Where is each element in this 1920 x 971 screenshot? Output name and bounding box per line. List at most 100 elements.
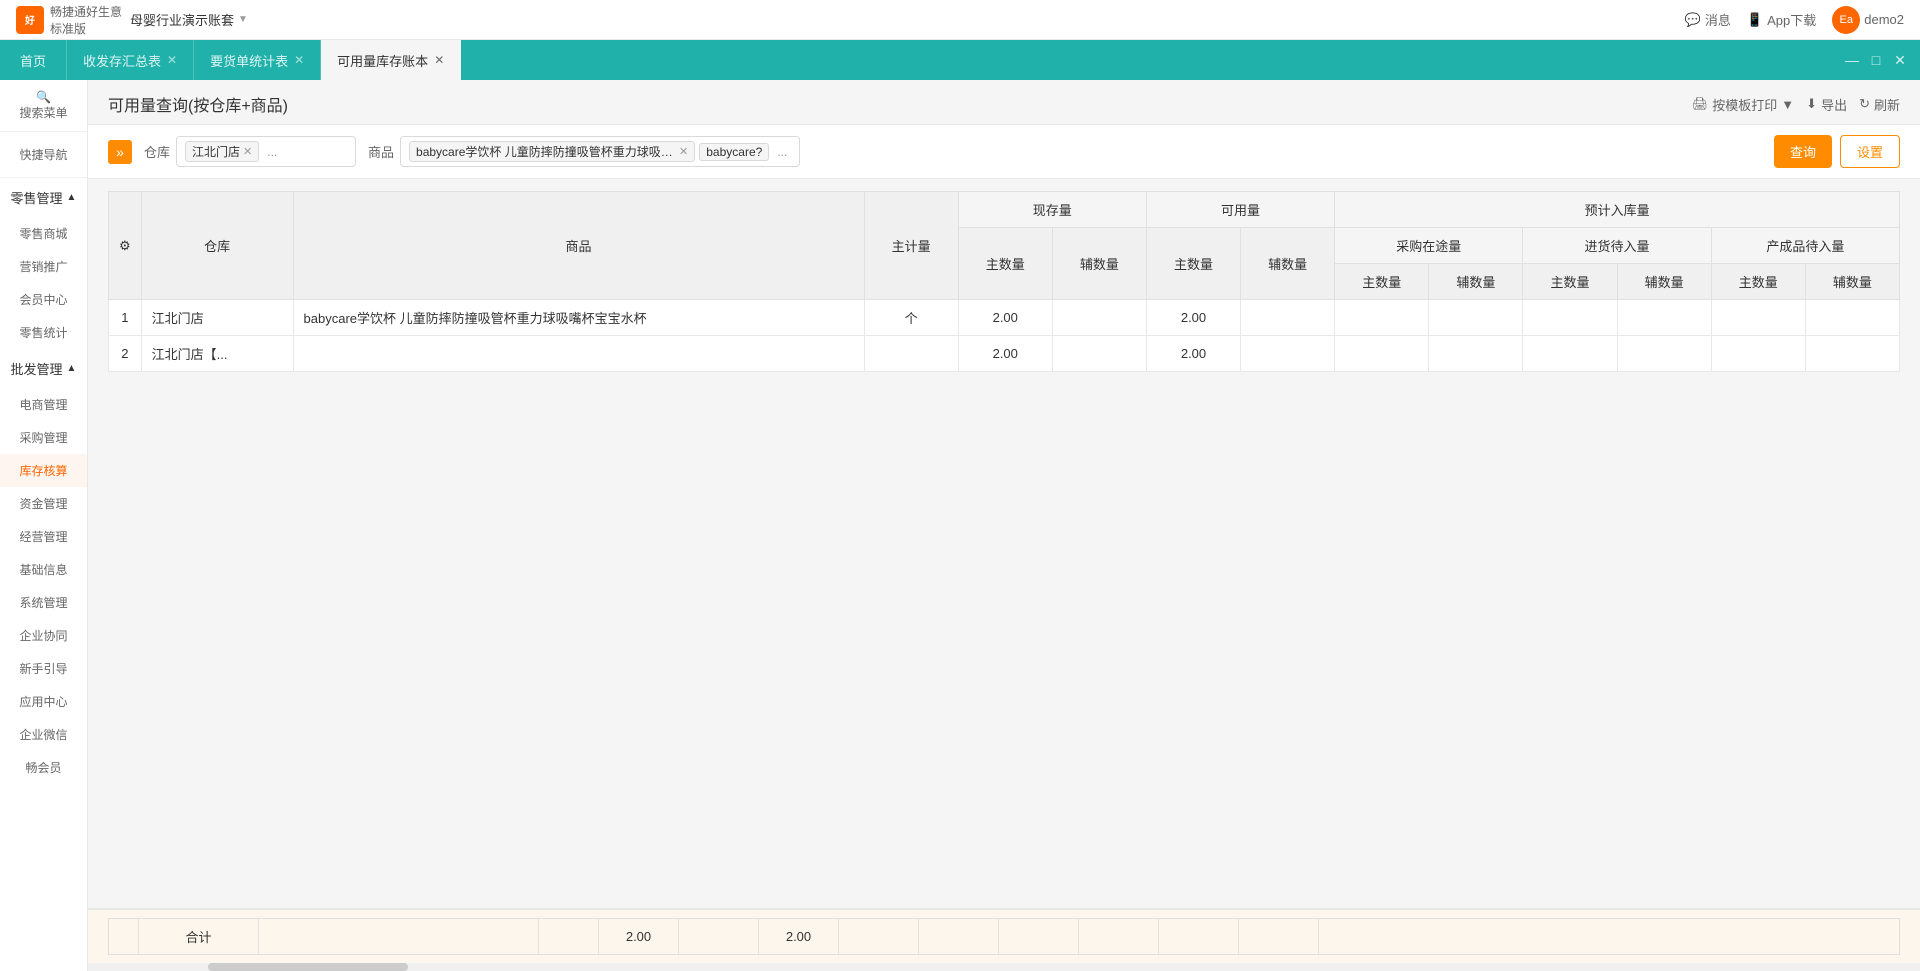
product-tag-1: babycare学饮杯 儿童防摔防撞吸管杯重力球吸嘴杯宝宝水杯 ✕ xyxy=(409,141,695,162)
cell-product: babycare学饮杯 儿童防摔防撞吸管杯重力球吸嘴杯宝宝水杯 xyxy=(293,300,864,336)
sidebar-item-enterprise-wx[interactable]: 企业微信 xyxy=(0,718,87,751)
tab-order-stats-label: 要货单统计表 xyxy=(210,51,288,70)
page-title: 可用量查询(按仓库+商品) xyxy=(108,92,288,116)
cell-purchase-main xyxy=(1335,336,1429,372)
th-purchase-in-group: 采购在途量 xyxy=(1335,228,1523,264)
sidebar-item-marketing[interactable]: 营销推广 xyxy=(0,250,87,283)
th-available-main: 主数量 xyxy=(1146,228,1240,300)
sidebar-item-inventory-check[interactable]: 库存核算 xyxy=(0,454,87,487)
close-button[interactable]: ✕ xyxy=(1892,52,1908,68)
sidebar-item-new-guide[interactable]: 新手引导 xyxy=(0,652,87,685)
window-controls: — □ ✕ xyxy=(1844,40,1920,80)
logo-area: 好 畅捷通好生意 标准版 xyxy=(16,3,122,37)
export-action[interactable]: ⬇ 导出 xyxy=(1806,95,1847,114)
cell-warehouse: 江北门店 xyxy=(141,300,293,336)
tab-stock-summary[interactable]: 收发存汇总表 ✕ xyxy=(67,40,194,80)
settings-icon: ⚙ xyxy=(119,238,131,253)
cell-stock-main: 2.00 xyxy=(958,300,1052,336)
cell-available-aux xyxy=(1241,300,1335,336)
th-forecast-group: 预计入库量 xyxy=(1335,192,1900,228)
sidebar-item-quick-nav[interactable]: 快捷导航 xyxy=(0,138,87,171)
sidebar-item-ecom-mgmt[interactable]: 电商管理 xyxy=(0,388,87,421)
tab-order-stats[interactable]: 要货单统计表 ✕ xyxy=(194,40,321,80)
page-actions: 🖨 按模板打印 ▼ ⬇ 导出 ↻ 刷新 xyxy=(1692,95,1900,114)
footer-available-main: 2.00 xyxy=(759,919,839,955)
tab-bar: 首页 收发存汇总表 ✕ 要货单统计表 ✕ 可用量库存账本 ✕ — □ ✕ xyxy=(0,40,1920,80)
th-warehouse: 仓库 xyxy=(141,192,293,300)
th-purchase-main: 主数量 xyxy=(1335,264,1429,300)
sidebar-item-retail-mall[interactable]: 零售商城 xyxy=(0,217,87,250)
filter-buttons: 查询 设置 xyxy=(1774,135,1900,168)
sidebar-item-enterprise[interactable]: 企业协同 xyxy=(0,619,87,652)
product-tag-2: babycare? xyxy=(699,143,769,161)
logo-subtitle: 标准版 xyxy=(50,20,122,37)
sidebar-item-vip[interactable]: 畅会员 xyxy=(0,751,87,784)
th-product-in-group: 产成品待入量 xyxy=(1711,228,1899,264)
settings-button[interactable]: 设置 xyxy=(1840,135,1900,168)
sidebar-item-app-center[interactable]: 应用中心 xyxy=(0,685,87,718)
refresh-action[interactable]: ↻ 刷新 xyxy=(1859,95,1900,114)
th-purchase-aux: 辅数量 xyxy=(1429,264,1523,300)
th-stock-group: 现存量 xyxy=(958,192,1146,228)
footer-stock-main: 2.00 xyxy=(599,919,679,955)
cell-goods-aux xyxy=(1617,336,1711,372)
footer-label: 合计 xyxy=(139,919,259,955)
th-goods-main: 主数量 xyxy=(1523,264,1617,300)
th-settings[interactable]: ⚙ xyxy=(109,192,142,300)
tab-available-stock[interactable]: 可用量库存账本 ✕ xyxy=(321,40,461,80)
retail-mgmt-arrow-icon: ▲ xyxy=(67,192,77,203)
store-name: 母婴行业演示账套 xyxy=(130,10,234,29)
cell-unit xyxy=(864,336,958,372)
sidebar-item-wholesale-mgmt[interactable]: 批发管理 ▲ xyxy=(0,349,87,388)
th-product: 商品 xyxy=(293,192,864,300)
warehouse-more[interactable]: ... xyxy=(263,145,281,159)
store-selector[interactable]: 母婴行业演示账套 ▼ xyxy=(130,10,248,29)
cell-no: 2 xyxy=(109,336,142,372)
cell-available-aux xyxy=(1241,336,1335,372)
product-label: 商品 xyxy=(368,142,394,161)
search-icon: 🔍 xyxy=(36,90,51,104)
scroll-thumb[interactable] xyxy=(208,963,408,971)
th-product-main: 主数量 xyxy=(1711,264,1805,300)
tab-order-stats-close[interactable]: ✕ xyxy=(294,53,304,67)
cell-purchase-main xyxy=(1335,300,1429,336)
sidebar-item-finance-mgmt[interactable]: 资金管理 xyxy=(0,487,87,520)
tab-stock-summary-close[interactable]: ✕ xyxy=(167,53,177,67)
sidebar-item-ops-mgmt[interactable]: 经营管理 xyxy=(0,520,87,553)
filter-toggle-button[interactable]: » xyxy=(108,140,132,164)
sidebar-item-retail-mgmt[interactable]: 零售管理 ▲ xyxy=(0,178,87,217)
user-action[interactable]: Ea demo2 xyxy=(1832,6,1904,34)
table-row: 2 江北门店【... 2.00 2.00 xyxy=(109,336,1900,372)
cell-product xyxy=(293,336,864,372)
sidebar-item-purchase-mgmt[interactable]: 采购管理 xyxy=(0,421,87,454)
product-more[interactable]: ... xyxy=(773,145,791,159)
print-action[interactable]: 🖨 按模板打印 ▼ xyxy=(1692,95,1794,114)
warehouse-tag-remove[interactable]: ✕ xyxy=(243,145,252,158)
sidebar-item-retail-stats[interactable]: 零售统计 xyxy=(0,316,87,349)
minimize-button[interactable]: — xyxy=(1844,52,1860,68)
tab-home[interactable]: 首页 xyxy=(0,40,67,80)
product-input[interactable]: babycare学饮杯 儿童防摔防撞吸管杯重力球吸嘴杯宝宝水杯 ✕ babyca… xyxy=(400,136,800,167)
print-icon: 🖨 xyxy=(1692,96,1709,112)
tab-available-stock-close[interactable]: ✕ xyxy=(434,53,444,67)
maximize-button[interactable]: □ xyxy=(1868,52,1884,68)
product-tag-1-remove[interactable]: ✕ xyxy=(679,145,688,158)
data-table: ⚙ 仓库 商品 主计量 现存量 可用量 预计入库量 主数量 辅数量 主数量 辅数… xyxy=(108,191,1900,372)
sidebar-item-member-center[interactable]: 会员中心 xyxy=(0,283,87,316)
wholesale-arrow-icon: ▲ xyxy=(67,363,77,374)
query-button[interactable]: 查询 xyxy=(1774,135,1832,168)
sidebar-item-basic-info[interactable]: 基础信息 xyxy=(0,553,87,586)
warehouse-input[interactable]: 江北门店 ✕ ... xyxy=(176,136,356,167)
th-available-group: 可用量 xyxy=(1146,192,1334,228)
table-container: ⚙ 仓库 商品 主计量 现存量 可用量 预计入库量 主数量 辅数量 主数量 辅数… xyxy=(88,179,1920,908)
download-action[interactable]: 📱 App下载 xyxy=(1747,10,1816,29)
cell-product-main xyxy=(1711,336,1805,372)
cell-available-main: 2.00 xyxy=(1146,300,1240,336)
horizontal-scrollbar[interactable] xyxy=(88,963,1920,971)
th-product-aux: 辅数量 xyxy=(1805,264,1899,300)
sidebar-search[interactable]: 🔍 搜索菜单 xyxy=(0,80,87,132)
cell-no: 1 xyxy=(109,300,142,336)
message-action[interactable]: 💬 消息 xyxy=(1685,10,1731,29)
cell-product-aux xyxy=(1805,300,1899,336)
sidebar-item-system-mgmt[interactable]: 系统管理 xyxy=(0,586,87,619)
